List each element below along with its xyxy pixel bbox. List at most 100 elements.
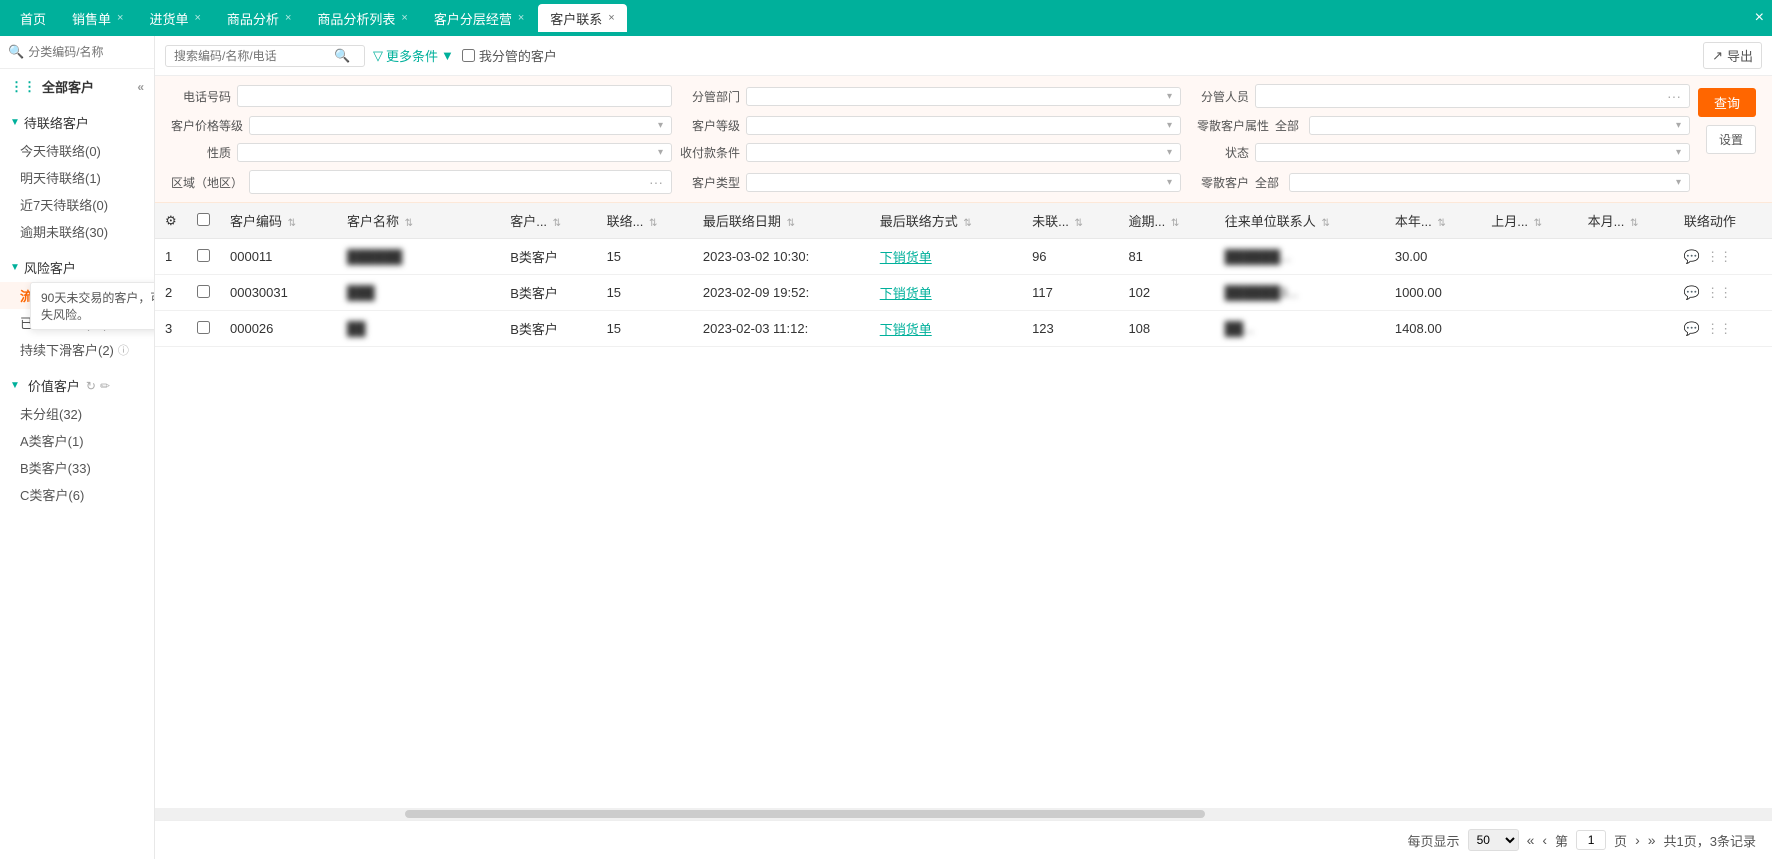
row2-select-checkbox[interactable] (197, 285, 210, 298)
col-type-sort-icon: ⇅ (553, 218, 561, 229)
row1-method-link[interactable]: 下销货单 (880, 250, 932, 265)
retail-attr-select[interactable]: ▾ (1309, 116, 1690, 135)
col-name[interactable]: 客户名称 ⇅ (337, 203, 500, 239)
tab-sales[interactable]: 销售单 × (60, 4, 135, 32)
search-input[interactable] (174, 49, 334, 63)
manager-select[interactable]: ··· (1255, 84, 1690, 108)
sidebar-item-tomorrow[interactable]: 明天待联络(1) (0, 164, 154, 191)
value-edit-icon[interactable]: ✏ (100, 379, 110, 393)
col-last-month[interactable]: 上月... ⇅ (1481, 203, 1577, 239)
row3-select-checkbox[interactable] (197, 321, 210, 334)
row3-action-more-icon[interactable]: ⋮⋮ (1706, 321, 1732, 337)
tab-home[interactable]: 首页 (8, 4, 58, 32)
sidebar-item-class-c[interactable]: C类客户(6) (0, 481, 154, 508)
export-btn[interactable]: ↗ 导出 (1703, 42, 1762, 69)
row1-action-more-icon[interactable]: ⋮⋮ (1706, 249, 1732, 265)
col-contact-person[interactable]: 往来单位联系人 ⇅ (1215, 203, 1385, 239)
row3-checkbox[interactable] (187, 311, 220, 347)
sidebar-group-value-label[interactable]: ▼ 价值客户 ↻ ✏ (0, 371, 154, 400)
region-dots-icon[interactable]: ··· (649, 174, 663, 190)
dept-select[interactable]: ▾ (746, 87, 1181, 106)
row1-checkbox[interactable] (187, 239, 220, 275)
sidebar-all-customers[interactable]: ⋮⋮ 全部客户 « (0, 69, 154, 104)
next-page-btn[interactable]: › (1635, 832, 1640, 848)
filter-settings-button[interactable]: 设置 (1706, 125, 1756, 154)
sidebar-search-input[interactable] (28, 45, 146, 59)
phone-input[interactable] (237, 85, 672, 107)
tab-goods-list[interactable]: 商品分析列表 × (305, 4, 419, 32)
col-overdue[interactable]: 逾期... ⇅ (1118, 203, 1214, 239)
customer-type-select[interactable]: ▾ (746, 173, 1181, 192)
col-code[interactable]: 客户编码 ⇅ (220, 203, 337, 239)
pending-group-text: 待联络客户 (24, 113, 89, 132)
row1-action-chat-icon[interactable]: 💬 (1684, 249, 1700, 265)
sidebar-item-class-a[interactable]: A类客户(1) (0, 427, 154, 454)
sidebar-item-overdue[interactable]: 逾期未联络(30) (0, 218, 154, 245)
value-arrow-icon: ▼ (10, 380, 20, 391)
tab-customer-layer-close[interactable]: × (518, 12, 524, 24)
row3-index: 3 (155, 311, 187, 347)
col-last-date[interactable]: 最后联络日期 ⇅ (693, 203, 870, 239)
col-last-method[interactable]: 最后联络方式 ⇅ (870, 203, 1022, 239)
search-icon[interactable]: 🔍 (334, 48, 350, 64)
col-type[interactable]: 客户... ⇅ (500, 203, 596, 239)
row3-method-link[interactable]: 下销货单 (880, 322, 932, 337)
customer-level-select[interactable]: ▾ (746, 116, 1181, 135)
col-uncontact[interactable]: 未联... ⇅ (1022, 203, 1118, 239)
sidebar-group-risk-label[interactable]: ▼ 风险客户 (0, 253, 154, 282)
tab-sales-close[interactable]: × (117, 12, 123, 24)
row2-action-chat-icon[interactable]: 💬 (1684, 285, 1700, 301)
last-page-btn[interactable]: » (1648, 832, 1656, 848)
horizontal-scrollbar[interactable] (155, 808, 1772, 820)
tab-purchase-close[interactable]: × (194, 12, 200, 24)
col-contact-count-label: 联络... (607, 214, 644, 229)
col-this-year[interactable]: 本年... ⇅ (1385, 203, 1481, 239)
value-refresh-icon[interactable]: ↻ (86, 379, 96, 393)
row2-action-more-icon[interactable]: ⋮⋮ (1706, 285, 1732, 301)
col-checkbox[interactable] (187, 203, 220, 239)
sidebar-item-declining[interactable]: 持续下滑客户(2) ⓘ (0, 336, 154, 363)
nature-select[interactable]: ▾ (237, 143, 672, 162)
sidebar-item-7days[interactable]: 近7天待联络(0) (0, 191, 154, 218)
row3-action-chat-icon[interactable]: 💬 (1684, 321, 1700, 337)
sidebar-item-today[interactable]: 今天待联络(0) (0, 137, 154, 164)
sidebar-item-ungrouped[interactable]: 未分组(32) (0, 400, 154, 427)
first-page-btn[interactable]: « (1527, 832, 1535, 848)
payment-select[interactable]: ▾ (746, 143, 1181, 162)
table-row: 1 000011 ██████ B类客户 15 2023-03-02 10:30… (155, 239, 1772, 275)
tab-goods-list-close[interactable]: × (401, 12, 407, 24)
status-select[interactable]: ▾ (1255, 143, 1690, 162)
manager-dots-icon[interactable]: ··· (1667, 88, 1681, 104)
tab-purchase[interactable]: 进货单 × (137, 4, 212, 32)
window-close-button[interactable]: × (1755, 9, 1764, 27)
row3-last-method[interactable]: 下销货单 (870, 311, 1022, 347)
price-level-select[interactable]: ▾ (249, 116, 672, 135)
retail-customer-select[interactable]: ▾ (1289, 173, 1690, 192)
row1-this-month (1578, 239, 1674, 275)
page-number-input[interactable] (1576, 830, 1606, 850)
prev-page-btn[interactable]: ‹ (1542, 832, 1547, 848)
tab-customer-layer[interactable]: 客户分层经营 × (422, 4, 536, 32)
filter-btn[interactable]: ▽ 更多条件 ▼ (373, 46, 454, 65)
row2-checkbox[interactable] (187, 275, 220, 311)
col-contact-count[interactable]: 联络... ⇅ (597, 203, 693, 239)
scrollbar-thumb[interactable] (405, 810, 1205, 818)
tab-customer-contact[interactable]: 客户联系 × (538, 4, 626, 32)
tab-goods-analysis[interactable]: 商品分析 × (215, 4, 303, 32)
tab-goods-analysis-close[interactable]: × (285, 12, 291, 24)
my-customer-toggle[interactable]: 我分管的客户 (462, 46, 557, 65)
sidebar-group-pending-label[interactable]: ▼ 待联络客户 (0, 108, 154, 137)
row1-select-checkbox[interactable] (197, 249, 210, 262)
col-this-month[interactable]: 本月... ⇅ (1578, 203, 1674, 239)
sidebar-item-class-b[interactable]: B类客户(33) (0, 454, 154, 481)
select-all-checkbox[interactable] (197, 213, 210, 226)
row2-last-method[interactable]: 下销货单 (870, 275, 1022, 311)
row2-method-link[interactable]: 下销货单 (880, 286, 932, 301)
my-customer-checkbox[interactable] (462, 49, 475, 62)
row1-last-method[interactable]: 下销货单 (870, 239, 1022, 275)
col-settings[interactable]: ⚙ (155, 203, 187, 239)
per-page-select[interactable]: 50 100 (1468, 829, 1519, 851)
sidebar-collapse-btn[interactable]: « (137, 80, 144, 94)
tab-customer-contact-close[interactable]: × (608, 12, 614, 24)
query-button[interactable]: 查询 (1698, 88, 1756, 117)
